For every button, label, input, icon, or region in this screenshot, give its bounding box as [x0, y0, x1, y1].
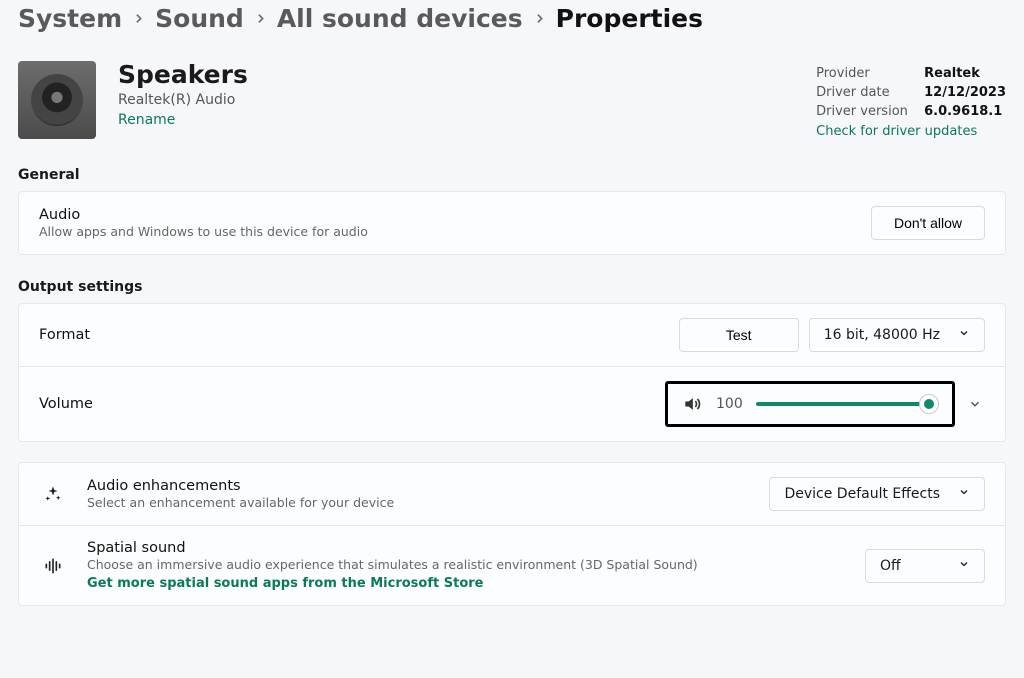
volume-row: Volume 100 — [19, 366, 1005, 441]
chevron-right-icon — [533, 12, 546, 25]
dont-allow-button[interactable]: Don't allow — [871, 206, 985, 240]
device-title-block: Speakers Realtek(R) Audio Rename — [118, 61, 816, 128]
enhancements-row: Audio enhancements Select an enhancement… — [19, 463, 1005, 525]
soundwave-icon — [39, 556, 67, 576]
enhancements-select[interactable]: Device Default Effects — [769, 477, 985, 511]
spatial-store-link[interactable]: Get more spatial sound apps from the Mic… — [87, 576, 483, 591]
format-row: Format Test 16 bit, 48000 Hz — [19, 304, 1005, 366]
driver-date-label: Driver date — [816, 84, 908, 103]
enhancements-desc: Select an enhancement available for your… — [87, 495, 749, 510]
spatial-select-value: Off — [880, 558, 901, 574]
breadcrumb-properties: Properties — [556, 4, 703, 33]
section-label-general: General — [18, 167, 1006, 183]
driver-date-value: 12/12/2023 — [924, 84, 1006, 103]
volume-expand-button[interactable] — [965, 397, 985, 411]
spatial-title: Spatial sound — [87, 540, 845, 556]
device-name: Speakers — [118, 61, 816, 90]
chevron-down-icon — [958, 558, 970, 574]
breadcrumb-sound[interactable]: Sound — [155, 4, 244, 33]
output-card-2: Audio enhancements Select an enhancement… — [18, 462, 1006, 606]
volume-slider[interactable] — [756, 394, 938, 414]
sparkle-icon — [39, 485, 67, 503]
provider-label: Provider — [816, 65, 908, 84]
provider-value: Realtek — [924, 65, 980, 84]
volume-title: Volume — [39, 396, 645, 412]
driver-info: Provider Realtek Driver date 12/12/2023 … — [816, 65, 1006, 139]
chevron-down-icon — [958, 486, 970, 502]
audio-desc: Allow apps and Windows to use this devic… — [39, 224, 851, 239]
breadcrumb-all-sound-devices[interactable]: All sound devices — [277, 4, 523, 33]
chevron-right-icon — [254, 12, 267, 25]
chevron-right-icon — [132, 12, 145, 25]
spatial-row: Spatial sound Choose an immersive audio … — [19, 525, 1005, 605]
format-title: Format — [39, 327, 659, 343]
device-subtitle: Realtek(R) Audio — [118, 92, 816, 108]
spatial-desc: Choose an immersive audio experience tha… — [87, 557, 845, 572]
enhancements-title: Audio enhancements — [87, 478, 749, 494]
volume-value: 100 — [716, 396, 742, 412]
breadcrumb: System Sound All sound devices Propertie… — [18, 4, 1006, 33]
format-select-value: 16 bit, 48000 Hz — [824, 327, 940, 343]
breadcrumb-system[interactable]: System — [18, 4, 122, 33]
driver-version-value: 6.0.9618.1 — [924, 103, 1002, 122]
spatial-select[interactable]: Off — [865, 549, 985, 583]
format-select[interactable]: 16 bit, 48000 Hz — [809, 318, 985, 352]
section-label-output: Output settings — [18, 279, 1006, 295]
check-driver-updates-link[interactable]: Check for driver updates — [816, 124, 1006, 139]
audio-title: Audio — [39, 207, 851, 223]
chevron-down-icon — [958, 327, 970, 343]
output-card-1: Format Test 16 bit, 48000 Hz Volume — [18, 303, 1006, 442]
speaker-device-icon — [18, 61, 96, 139]
enhancements-select-value: Device Default Effects — [784, 486, 940, 502]
rename-link[interactable]: Rename — [118, 112, 175, 128]
test-button[interactable]: Test — [679, 318, 799, 352]
audio-row: Audio Allow apps and Windows to use this… — [19, 192, 1005, 254]
driver-version-label: Driver version — [816, 103, 908, 122]
general-card: Audio Allow apps and Windows to use this… — [18, 191, 1006, 255]
volume-control: 100 — [665, 381, 955, 427]
speaker-icon[interactable] — [682, 394, 702, 414]
device-header: Speakers Realtek(R) Audio Rename Provide… — [18, 61, 1006, 139]
